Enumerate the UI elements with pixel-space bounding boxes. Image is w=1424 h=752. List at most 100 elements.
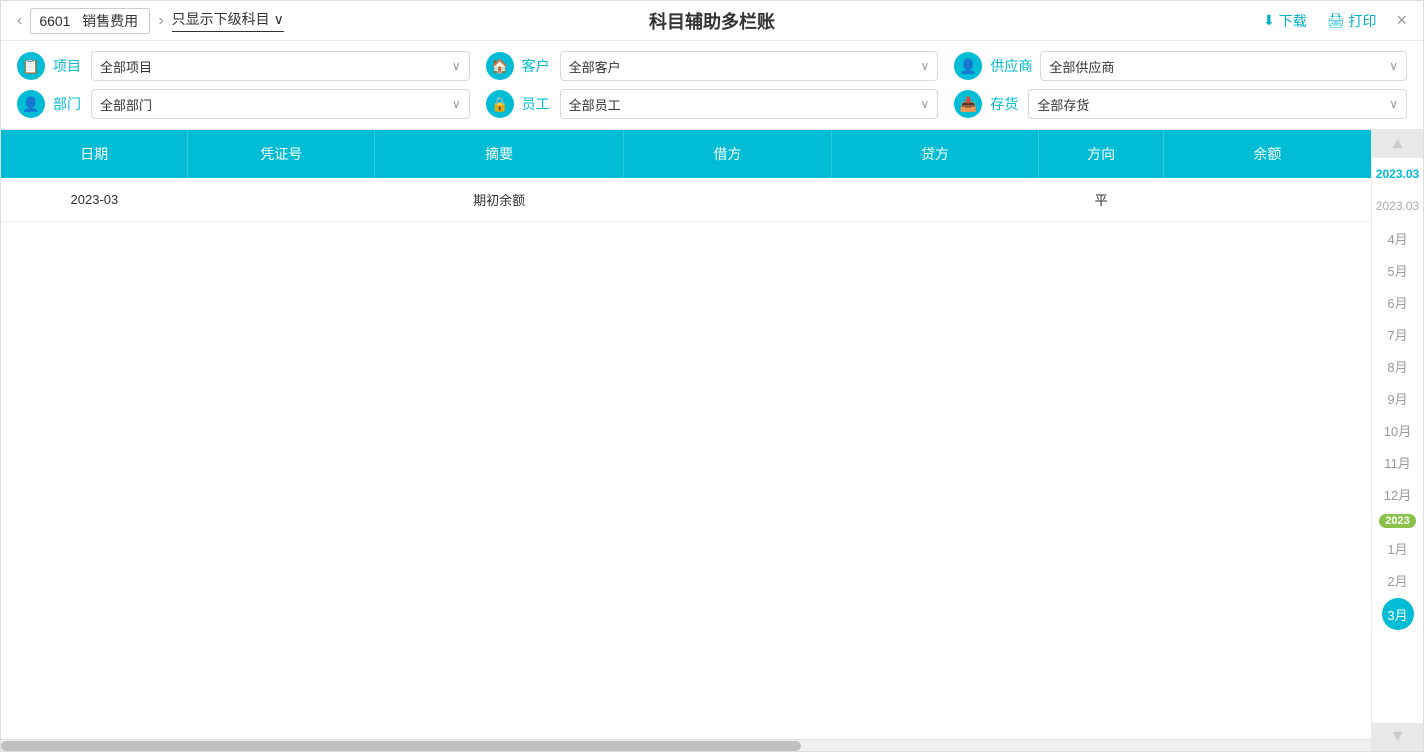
supplier-value: 全部供应商 [1049, 57, 1114, 76]
customer-select[interactable]: 全部客户 ∨ [560, 51, 939, 81]
sidebar-month-8[interactable]: 8月 [1372, 350, 1423, 382]
department-value: 全部部门 [100, 95, 152, 114]
inventory-select[interactable]: 全部存货 ∨ [1028, 89, 1407, 119]
inventory-icon: 📥 [954, 90, 982, 118]
filter-project: 📋 项目 全部项目 ∨ [17, 51, 470, 81]
employee-label: 员工 [522, 94, 552, 114]
department-icon: 👤 [17, 90, 45, 118]
project-arrow: ∨ [452, 59, 461, 73]
sidebar-month-1[interactable]: 1月 [1372, 532, 1423, 564]
title-bar: ‹ 6601 销售费用 › 只显示下级科目 ∨ 科目辅助多栏账 ⬇ 下载 🖨 打… [1, 1, 1423, 41]
table-row: 2023-03 期初余额 平 [1, 178, 1371, 222]
project-icon: 📋 [17, 52, 45, 80]
print-button[interactable]: 🖨 打印 [1327, 11, 1377, 31]
print-icon: 🖨 [1327, 12, 1345, 29]
year-badge: 2023 [1379, 514, 1415, 528]
sidebar-month-3-container[interactable]: 3月 [1372, 596, 1423, 632]
bottom-scrollbar[interactable] [1, 739, 1371, 751]
department-label: 部门 [53, 94, 83, 114]
cell-direction: 平 [1039, 178, 1164, 222]
cell-credit [831, 178, 1039, 222]
supplier-label: 供应商 [990, 56, 1032, 76]
filter-row-1: 📋 项目 全部项目 ∨ 🏠 客户 全部客户 ∨ 👤 供应商 全部供应 [17, 51, 1407, 81]
show-sub-dropdown[interactable]: 只显示下级科目 ∨ [172, 9, 284, 32]
supplier-select[interactable]: 全部供应商 ∨ [1040, 51, 1407, 81]
download-button[interactable]: ⬇ 下载 [1263, 11, 1307, 31]
filter-employee: 🔒 员工 全部员工 ∨ [486, 89, 939, 119]
th-date: 日期 [1, 130, 188, 178]
th-debit: 借方 [624, 130, 832, 178]
sidebar-month-10[interactable]: 10月 [1372, 414, 1423, 446]
th-voucher: 凭证号 [188, 130, 375, 178]
inventory-label: 存货 [990, 94, 1020, 114]
cell-voucher [188, 178, 375, 222]
cell-summary: 期初余额 [375, 178, 624, 222]
close-button[interactable]: × [1396, 10, 1407, 31]
download-icon: ⬇ [1263, 12, 1275, 29]
filter-row-2: 👤 部门 全部部门 ∨ 🔒 员工 全部员工 ∨ 📥 存货 全部存货 [17, 89, 1407, 119]
table-header: 日期 凭证号 摘要 借方 贷方 方向 余额 [1, 130, 1371, 178]
employee-select[interactable]: 全部员工 ∨ [560, 89, 939, 119]
main-window: ‹ 6601 销售费用 › 只显示下级科目 ∨ 科目辅助多栏账 ⬇ 下载 🖨 打… [0, 0, 1424, 752]
sidebar-up-arrow[interactable]: ▲ [1372, 130, 1423, 158]
sidebar-month-5[interactable]: 5月 [1372, 254, 1423, 286]
project-value: 全部项目 [100, 57, 152, 76]
content-area: 日期 凭证号 摘要 借方 贷方 方向 余额 2023-03 [1, 130, 1423, 751]
th-summary: 摘要 [375, 130, 624, 178]
year-badge-container: 2023 [1372, 510, 1423, 532]
th-balance: 余额 [1163, 130, 1371, 178]
sidebar-month-6[interactable]: 6月 [1372, 286, 1423, 318]
sidebar-month-2023-03-dup[interactable]: 2023.03 [1372, 190, 1423, 222]
project-label: 项目 [53, 56, 83, 76]
account-name: 销售费用 [82, 13, 138, 29]
customer-icon: 🏠 [486, 52, 514, 80]
sidebar-month-7[interactable]: 7月 [1372, 318, 1423, 350]
sidebar-month-2023-03-top[interactable]: 2023.03 [1372, 158, 1423, 190]
cell-balance [1163, 178, 1371, 222]
table-area: 日期 凭证号 摘要 借方 贷方 方向 余额 2023-03 [1, 130, 1371, 751]
cell-date: 2023-03 [1, 178, 188, 222]
filter-supplier: 👤 供应商 全部供应商 ∨ [954, 51, 1407, 81]
th-direction: 方向 [1039, 130, 1164, 178]
title-bar-left: ‹ 6601 销售费用 › 只显示下级科目 ∨ [17, 8, 284, 34]
show-sub-label: 只显示下级科目 [172, 9, 270, 29]
department-arrow: ∨ [452, 97, 461, 111]
filter-customer: 🏠 客户 全部客户 ∨ [486, 51, 939, 81]
account-code: 6601 [39, 13, 70, 29]
employee-value: 全部员工 [569, 95, 621, 114]
data-table: 日期 凭证号 摘要 借方 贷方 方向 余额 2023-03 [1, 130, 1371, 222]
customer-arrow: ∨ [921, 59, 930, 73]
employee-arrow: ∨ [921, 97, 930, 111]
show-sub-arrow: ∨ [274, 11, 284, 28]
employee-icon: 🔒 [486, 90, 514, 118]
sidebar-month-4[interactable]: 4月 [1372, 222, 1423, 254]
department-select[interactable]: 全部部门 ∨ [91, 89, 470, 119]
sidebar-month-12[interactable]: 12月 [1372, 478, 1423, 510]
cell-debit [624, 178, 832, 222]
sidebar-month-9[interactable]: 9月 [1372, 382, 1423, 414]
next-account-arrow[interactable]: › [158, 12, 163, 30]
sidebar-month-11[interactable]: 11月 [1372, 446, 1423, 478]
inventory-arrow: ∨ [1389, 97, 1398, 111]
customer-label: 客户 [522, 56, 552, 76]
sidebar-down-arrow[interactable]: ▼ [1372, 723, 1423, 751]
th-credit: 贷方 [831, 130, 1039, 178]
table-wrapper[interactable]: 日期 凭证号 摘要 借方 贷方 方向 余额 2023-03 [1, 130, 1371, 739]
scrollbar-track [1, 740, 1371, 751]
project-select[interactable]: 全部项目 ∨ [91, 51, 470, 81]
table-body: 2023-03 期初余额 平 [1, 178, 1371, 222]
title-bar-right: ⬇ 下载 🖨 打印 × [1263, 10, 1407, 31]
account-label: 6601 销售费用 [30, 8, 150, 34]
filter-inventory: 📥 存货 全部存货 ∨ [954, 89, 1407, 119]
filter-bar: 📋 项目 全部项目 ∨ 🏠 客户 全部客户 ∨ 👤 供应商 全部供应 [1, 41, 1423, 130]
supplier-arrow: ∨ [1389, 59, 1398, 73]
customer-value: 全部客户 [569, 57, 621, 76]
sidebar-month-3-active[interactable]: 3月 [1382, 598, 1414, 630]
supplier-icon: 👤 [954, 52, 982, 80]
scrollbar-thumb[interactable] [1, 741, 801, 751]
inventory-value: 全部存货 [1037, 95, 1089, 114]
sidebar-month-2[interactable]: 2月 [1372, 564, 1423, 596]
page-title: 科目辅助多栏账 [649, 8, 775, 34]
prev-account-arrow[interactable]: ‹ [17, 12, 22, 30]
month-sidebar: ▲ 2023.03 2023.03 4月 5月 6月 7月 8月 9月 10月 … [1371, 130, 1423, 751]
